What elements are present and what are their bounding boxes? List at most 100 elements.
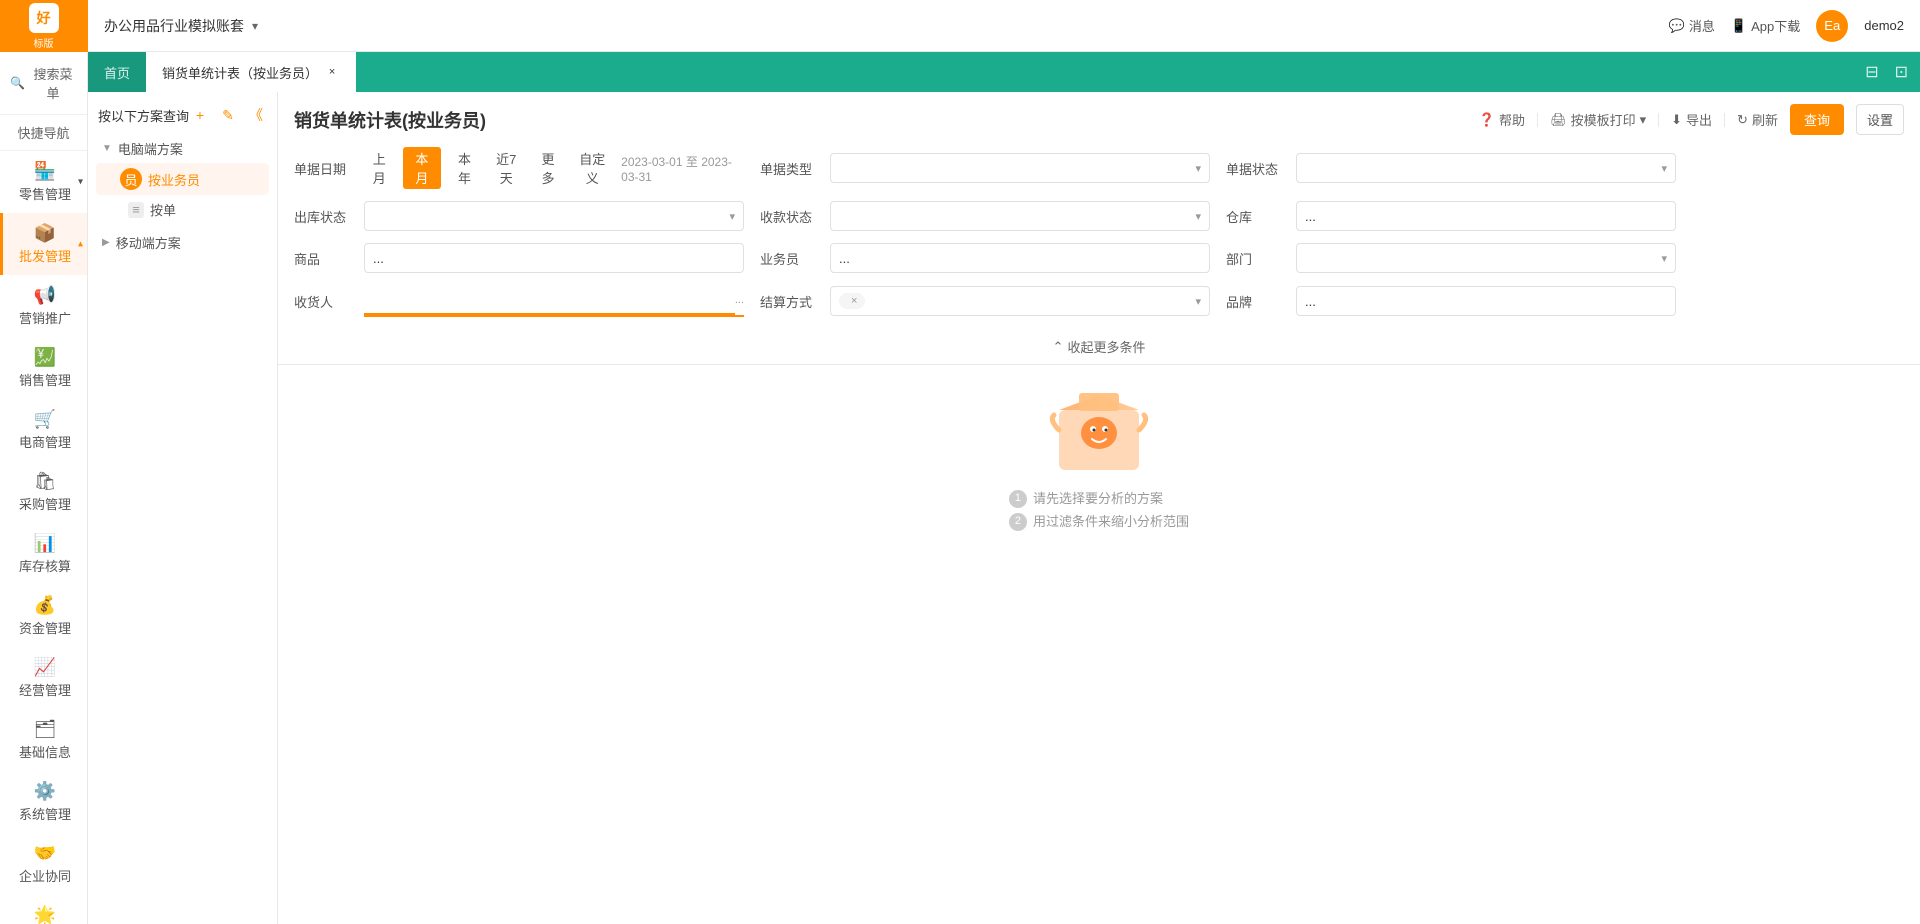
- search-menu-section: 🔍 搜索菜单: [0, 52, 87, 115]
- basic-icon: 🗂: [34, 719, 57, 740]
- download-icon: 📱: [1731, 18, 1747, 34]
- dept-arrow: ▾: [1661, 252, 1667, 265]
- last-month-btn[interactable]: 上月: [364, 147, 395, 189]
- empty-tip-2: 2 用过滤条件来缩小分析范围: [1009, 510, 1189, 533]
- outbound-select[interactable]: ▾: [364, 201, 744, 231]
- export-btn[interactable]: ⬇ 导出: [1671, 110, 1712, 129]
- empty-state: 1 请先选择要分析的方案 2 用过滤条件来缩小分析范围: [278, 365, 1920, 534]
- sidebar-item-retail[interactable]: 🏪 零售管理 ▾: [0, 151, 87, 213]
- settlement-tag-clear[interactable]: ×: [851, 295, 857, 307]
- staff-control: ...: [830, 243, 1210, 273]
- sidebar-item-finance[interactable]: 💰 资金管理: [0, 585, 87, 647]
- sidebar-item-marketing[interactable]: 📢 营销推广: [0, 275, 87, 337]
- finance-icon: 💰: [34, 595, 56, 616]
- goods-label: 商品: [294, 249, 364, 268]
- filter-row-1: 单据日期 上月 本月 本年 近7天 更多 自定义 2023-03-01 至 20…: [294, 147, 1904, 189]
- sidebar-item-basic[interactable]: 🗂 基础信息: [0, 709, 87, 771]
- user-avatar[interactable]: Ea: [1816, 10, 1848, 42]
- more-date-btn[interactable]: 更多: [533, 147, 564, 189]
- staff-more: ...: [839, 251, 850, 266]
- sales-icon: 💹: [34, 347, 56, 368]
- add-schema-btn[interactable]: +: [189, 104, 211, 126]
- print-btn[interactable]: 🖨 按模板打印 ▾: [1550, 110, 1646, 129]
- tab-home[interactable]: 首页: [88, 52, 146, 92]
- dept-select[interactable]: ▾: [1296, 243, 1676, 273]
- consignee-more[interactable]: ...: [735, 294, 744, 306]
- left-panel: 按以下方案查询 + ✎ 《 ▼ 电脑端方案 员: [88, 92, 278, 924]
- tab-minimize-btn[interactable]: ⊟: [1857, 58, 1886, 86]
- settings-btn[interactable]: 设置: [1856, 104, 1904, 135]
- warehouse-control: ...: [1296, 201, 1676, 231]
- filter-row-2: 出库状态 ▾ 收款状态 ▾: [294, 201, 1904, 231]
- doc-type-select[interactable]: ▾: [830, 153, 1210, 183]
- sidebar-item-operations[interactable]: 📈 经营管理: [0, 647, 87, 709]
- settlement-select[interactable]: × ▾: [830, 286, 1210, 316]
- current-month-btn[interactable]: 本月: [403, 147, 442, 189]
- consignee-input[interactable]: [364, 285, 735, 315]
- payment-control: ▾: [830, 201, 1210, 231]
- mobile-schema-group: ▶ 移动端方案: [96, 228, 269, 257]
- sidebar-item-sales[interactable]: 💹 销售管理: [0, 337, 87, 399]
- payment-arrow: ▾: [1195, 210, 1201, 223]
- print-dropdown-icon: ▾: [1640, 112, 1647, 128]
- goods-select[interactable]: ...: [364, 243, 744, 273]
- pc-schema-group-header[interactable]: ▼ 电脑端方案: [96, 134, 269, 163]
- collapse-panel-btn[interactable]: 《: [245, 104, 267, 126]
- filter-row-4: 收货人 ... 结算方式 ×: [294, 285, 1904, 317]
- pc-schema-group: ▼ 电脑端方案 员 按业务员 ≡ 按单: [96, 134, 269, 224]
- sidebar-item-enterprise[interactable]: 🤝 企业协同: [0, 833, 87, 895]
- empty-svg: [1039, 365, 1159, 475]
- doc-status-select[interactable]: ▾: [1296, 153, 1676, 183]
- staff-select[interactable]: ...: [830, 243, 1210, 273]
- collapse-filters-btn[interactable]: ⌃ 收起更多条件: [294, 329, 1904, 364]
- message-btn[interactable]: 💬 消息: [1669, 16, 1715, 35]
- schema-item-by-staff[interactable]: 员 按业务员: [96, 163, 269, 195]
- sidebar-item-newbie[interactable]: 🌟 新手引导: [0, 895, 87, 924]
- consignee-label: 收货人: [294, 292, 364, 311]
- search-menu-button[interactable]: 🔍 搜索菜单: [6, 60, 81, 106]
- app-download-btn[interactable]: 📱 App下载: [1731, 16, 1800, 35]
- right-panel: 销货单统计表(按业务员) ❓ 帮助 🖨 按模板打印 ▾: [278, 92, 1920, 924]
- tab-close-btn[interactable]: ×: [324, 64, 340, 80]
- app-logo[interactable]: 好 标版: [0, 0, 88, 52]
- date-range-text: 2023-03-01 至 2023-03-31: [621, 153, 744, 184]
- payment-select[interactable]: ▾: [830, 201, 1210, 231]
- sidebar-item-ecommerce[interactable]: 🛒 电商管理: [0, 399, 87, 461]
- mobile-schema-group-header[interactable]: ▶ 移动端方案: [96, 228, 269, 257]
- query-btn[interactable]: 查询: [1790, 104, 1844, 135]
- doc-type-label: 单据类型: [760, 159, 830, 178]
- custom-date-btn[interactable]: 自定义: [571, 147, 613, 189]
- main-area: 办公用品行业模拟账套 ▾ 💬 消息 📱 App下载 Ea demo2 首页 销货…: [88, 0, 1920, 924]
- topbar-dropdown-btn[interactable]: ▾: [252, 19, 258, 33]
- page-header: 销货单统计表(按业务员) ❓ 帮助 🖨 按模板打印 ▾: [278, 92, 1920, 365]
- help-btn[interactable]: ❓ 帮助: [1479, 110, 1525, 129]
- edit-schema-btn[interactable]: ✎: [217, 104, 239, 126]
- sidebar-item-wholesale[interactable]: 📦 批发管理 ▴: [0, 213, 87, 275]
- warehouse-label: 仓库: [1226, 207, 1296, 226]
- sidebar-item-purchase[interactable]: 🛍 采购管理: [0, 461, 87, 523]
- mobile-group-label: 移动端方案: [116, 233, 181, 252]
- help-icon: ❓: [1479, 112, 1495, 128]
- filter-row-3: 商品 ... 业务员 ... 部门: [294, 243, 1904, 273]
- tab-sales-report[interactable]: 销货单统计表（按业务员） ×: [146, 52, 356, 92]
- divider-2: [1658, 113, 1659, 127]
- print-icon: 🖨: [1550, 112, 1567, 128]
- sidebar-item-system[interactable]: ⚙️ 系统管理: [0, 771, 87, 833]
- refresh-icon: ↻: [1737, 112, 1748, 128]
- warehouse-select[interactable]: ...: [1296, 201, 1676, 231]
- current-year-btn[interactable]: 本年: [449, 147, 480, 189]
- quick-nav-button[interactable]: 快捷导航: [6, 119, 81, 146]
- date-filter-control: 上月 本月 本年 近7天 更多 自定义 2023-03-01 至 2023-03…: [364, 147, 744, 189]
- goods-control: ...: [364, 243, 744, 273]
- username-label[interactable]: demo2: [1864, 18, 1904, 33]
- tab-maximize-btn[interactable]: ⊡: [1887, 58, 1916, 86]
- refresh-btn[interactable]: ↻ 刷新: [1737, 110, 1778, 129]
- left-panel-header: 按以下方案查询 + ✎ 《: [88, 100, 277, 134]
- schema-item-by-order[interactable]: ≡ 按单: [96, 195, 269, 224]
- sidebar-item-inventory[interactable]: 📊 库存核算: [0, 523, 87, 585]
- pc-group-arrow: ▼: [102, 143, 112, 154]
- wholesale-icon: 📦: [34, 223, 56, 244]
- last-7-days-btn[interactable]: 近7天: [488, 147, 525, 189]
- filter-section: 单据日期 上月 本月 本年 近7天 更多 自定义 2023-03-01 至 20…: [294, 147, 1904, 364]
- brand-select[interactable]: ...: [1296, 286, 1676, 316]
